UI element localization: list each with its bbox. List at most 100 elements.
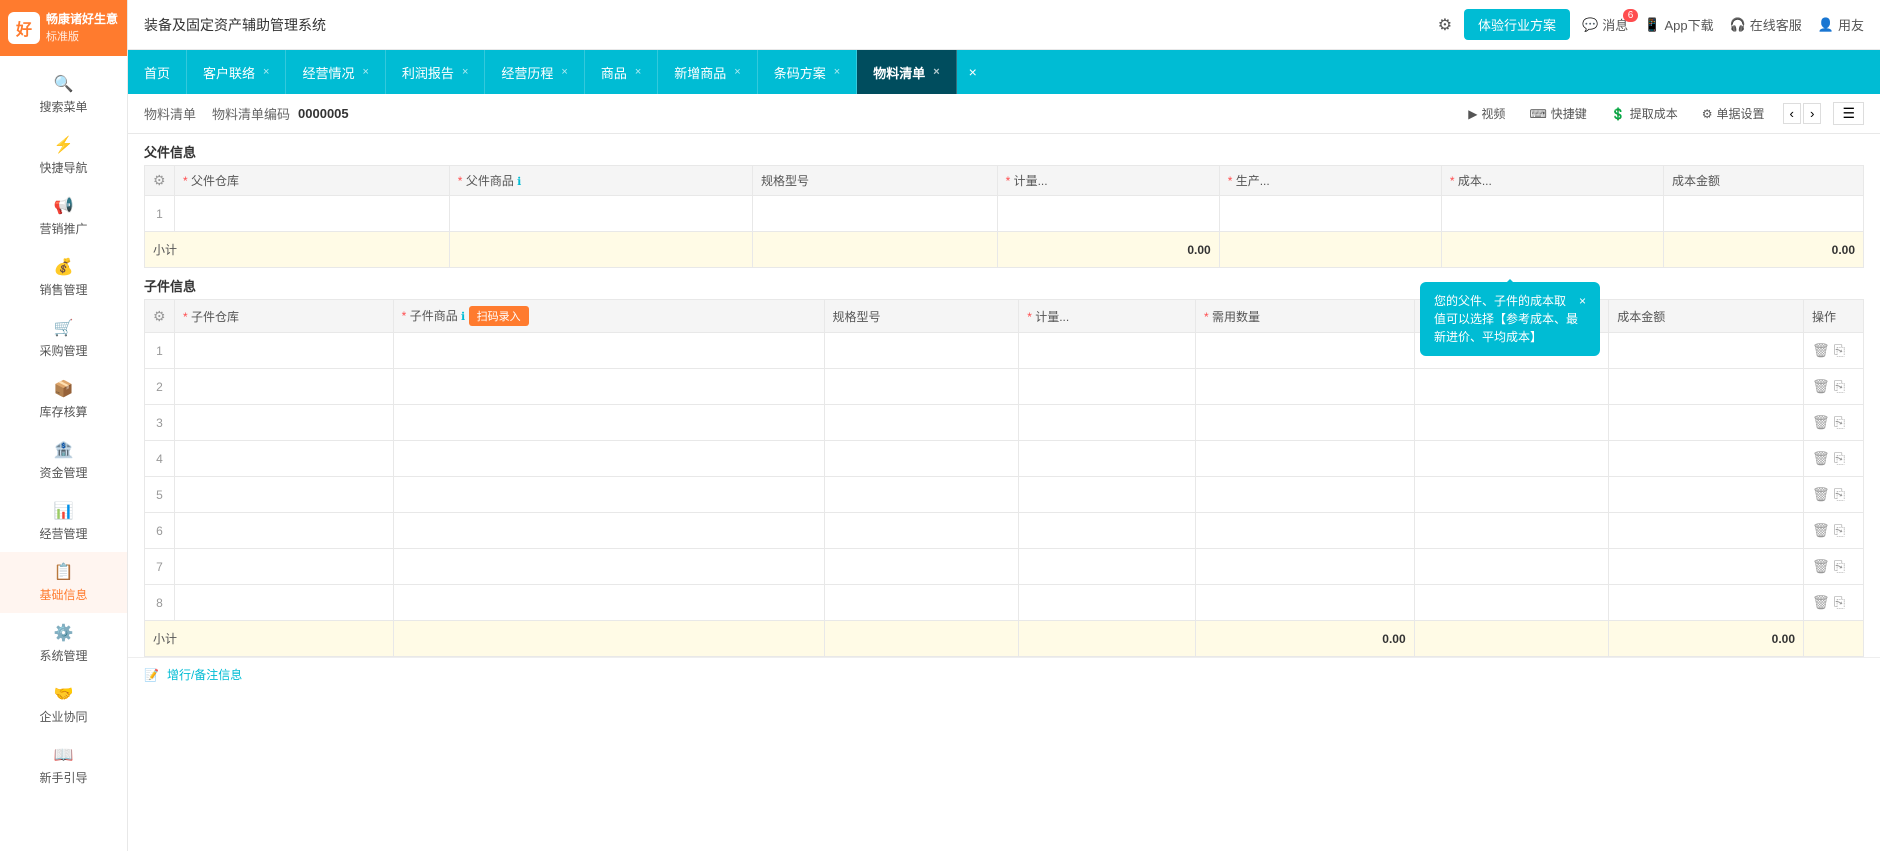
child-row-5-unit[interactable] — [1019, 477, 1196, 513]
tab-barcode-close[interactable]: × — [834, 66, 840, 78]
child-row-3-delete-icon[interactable]: 🗑 — [1812, 414, 1830, 431]
sidebar-item-finance[interactable]: 🏦 资金管理 — [0, 430, 127, 491]
parent-row-1-goods[interactable] — [449, 196, 752, 232]
tooltip-close-btn[interactable]: × — [1579, 292, 1586, 310]
child-row-5-delete-icon[interactable]: 🗑 — [1812, 486, 1830, 503]
child-row-4-unit[interactable] — [1019, 441, 1196, 477]
child-row-4-delete-icon[interactable]: 🗑 — [1812, 450, 1830, 467]
child-row-3-copy-icon[interactable]: ⎘ — [1834, 414, 1845, 431]
child-row-4-copy-icon[interactable]: ⎘ — [1834, 450, 1845, 467]
child-row-1-copy-icon[interactable]: ⎘ — [1834, 342, 1845, 359]
child-row-2-goods[interactable] — [393, 369, 824, 405]
app-download-action[interactable]: 📱 App下载 — [1644, 15, 1713, 34]
child-row-2-unit-cost[interactable] — [1414, 369, 1609, 405]
sidebar-item-operation[interactable]: 📊 经营管理 — [0, 491, 127, 552]
tab-barcode[interactable]: 条码方案 × — [758, 50, 857, 94]
next-btn[interactable]: › — [1803, 103, 1821, 124]
sidebar-item-search[interactable]: 🔍 搜索菜单 — [0, 64, 127, 125]
child-row-8-unit[interactable] — [1019, 585, 1196, 621]
child-settings-gear-icon[interactable]: ⚙ — [153, 308, 166, 324]
child-row-2-spec[interactable] — [824, 369, 1019, 405]
parent-row-1-unit[interactable] — [997, 196, 1219, 232]
child-row-7-unit[interactable] — [1019, 549, 1196, 585]
child-row-3-spec[interactable] — [824, 405, 1019, 441]
child-row-1-unit[interactable] — [1019, 333, 1196, 369]
child-row-7-quantity[interactable] — [1195, 549, 1414, 585]
tab-customer-close[interactable]: × — [263, 66, 269, 78]
single-setting-btn[interactable]: ⚙ 单据设置 — [1696, 103, 1771, 124]
child-row-6-spec[interactable] — [824, 513, 1019, 549]
child-row-3-quantity[interactable] — [1195, 405, 1414, 441]
child-row-1-quantity[interactable] — [1195, 333, 1414, 369]
child-row-8-delete-icon[interactable]: 🗑 — [1812, 594, 1830, 611]
child-row-2-warehouse[interactable] — [175, 369, 394, 405]
child-row-7-delete-icon[interactable]: 🗑 — [1812, 558, 1830, 575]
child-row-4-quantity[interactable] — [1195, 441, 1414, 477]
child-row-7-unit-cost[interactable] — [1414, 549, 1609, 585]
sidebar-item-marketing[interactable]: 📢 营销推广 — [0, 186, 127, 247]
shortcut-btn[interactable]: ⌨ 快捷键 — [1523, 103, 1592, 124]
footer-label[interactable]: 增行/备注信息 — [167, 666, 242, 683]
sidebar-item-quick-nav[interactable]: ⚡ 快捷导航 — [0, 125, 127, 186]
child-row-2-copy-icon[interactable]: ⎘ — [1834, 378, 1845, 395]
child-row-4-goods[interactable] — [393, 441, 824, 477]
tab-history-close[interactable]: × — [561, 66, 567, 78]
tab-new-goods[interactable]: 新增商品 × — [658, 50, 757, 94]
child-row-6-warehouse[interactable] — [175, 513, 394, 549]
child-row-6-goods[interactable] — [393, 513, 824, 549]
child-row-8-quantity[interactable] — [1195, 585, 1414, 621]
child-row-2-unit[interactable] — [1019, 369, 1196, 405]
sidebar-item-system[interactable]: ⚙️ 系统管理 — [0, 613, 127, 674]
video-btn[interactable]: ▶ 视频 — [1462, 103, 1511, 124]
child-row-8-goods[interactable] — [393, 585, 824, 621]
online-service-action[interactable]: 🎧 在线客服 — [1730, 15, 1802, 34]
child-row-1-warehouse[interactable] — [175, 333, 394, 369]
child-row-6-unit-cost[interactable] — [1414, 513, 1609, 549]
child-row-4-spec[interactable] — [824, 441, 1019, 477]
child-row-8-spec[interactable] — [824, 585, 1019, 621]
child-row-5-unit-cost[interactable] — [1414, 477, 1609, 513]
child-row-1-spec[interactable] — [824, 333, 1019, 369]
tabs-close-all-btn[interactable]: × — [957, 50, 989, 94]
user-action[interactable]: 👤 用友 — [1818, 15, 1864, 34]
tab-history[interactable]: 经营历程 × — [485, 50, 584, 94]
tab-customer[interactable]: 客户联络 × — [187, 50, 286, 94]
gear-button[interactable]: ⚙ — [1438, 15, 1452, 35]
sidebar-item-inventory[interactable]: 📦 库存核算 — [0, 369, 127, 430]
parent-row-1-cost[interactable] — [1441, 196, 1663, 232]
child-row-5-quantity[interactable] — [1195, 477, 1414, 513]
child-row-3-unit[interactable] — [1019, 405, 1196, 441]
child-row-4-warehouse[interactable] — [175, 441, 394, 477]
tab-profit-close[interactable]: × — [462, 66, 468, 78]
child-row-6-unit[interactable] — [1019, 513, 1196, 549]
child-row-5-warehouse[interactable] — [175, 477, 394, 513]
tab-business[interactable]: 经营情况 × — [286, 50, 385, 94]
message-action[interactable]: 💬 消息 6 — [1582, 15, 1628, 34]
child-row-3-warehouse[interactable] — [175, 405, 394, 441]
child-row-8-copy-icon[interactable]: ⎘ — [1834, 594, 1845, 611]
tab-bom-close[interactable]: × — [933, 66, 939, 78]
child-row-5-copy-icon[interactable]: ⎘ — [1834, 486, 1845, 503]
tab-goods[interactable]: 商品 × — [585, 50, 658, 94]
sidebar-item-basic[interactable]: 📋 基础信息 — [0, 552, 127, 613]
sidebar-item-guide[interactable]: 📖 新手引导 — [0, 735, 127, 796]
scan-input-btn[interactable]: 扫码录入 — [469, 306, 529, 326]
tab-home[interactable]: 首页 — [128, 50, 187, 94]
parent-row-1-warehouse[interactable] — [175, 196, 450, 232]
tab-new-goods-close[interactable]: × — [734, 66, 740, 78]
extract-cost-btn[interactable]: 💲 提取成本 — [1605, 103, 1684, 124]
list-view-btn[interactable]: ☰ — [1833, 102, 1864, 125]
parent-row-1-spec[interactable] — [752, 196, 997, 232]
child-row-6-copy-icon[interactable]: ⎘ — [1834, 522, 1845, 539]
child-row-2-quantity[interactable] — [1195, 369, 1414, 405]
child-row-8-warehouse[interactable] — [175, 585, 394, 621]
child-row-4-unit-cost[interactable] — [1414, 441, 1609, 477]
sidebar-item-sales[interactable]: 💰 销售管理 — [0, 247, 127, 308]
child-row-7-spec[interactable] — [824, 549, 1019, 585]
tab-business-close[interactable]: × — [362, 66, 368, 78]
tab-profit[interactable]: 利润报告 × — [386, 50, 485, 94]
child-row-6-quantity[interactable] — [1195, 513, 1414, 549]
child-row-3-goods[interactable] — [393, 405, 824, 441]
child-row-2-delete-icon[interactable]: 🗑 — [1812, 378, 1830, 395]
child-row-6-delete-icon[interactable]: 🗑 — [1812, 522, 1830, 539]
